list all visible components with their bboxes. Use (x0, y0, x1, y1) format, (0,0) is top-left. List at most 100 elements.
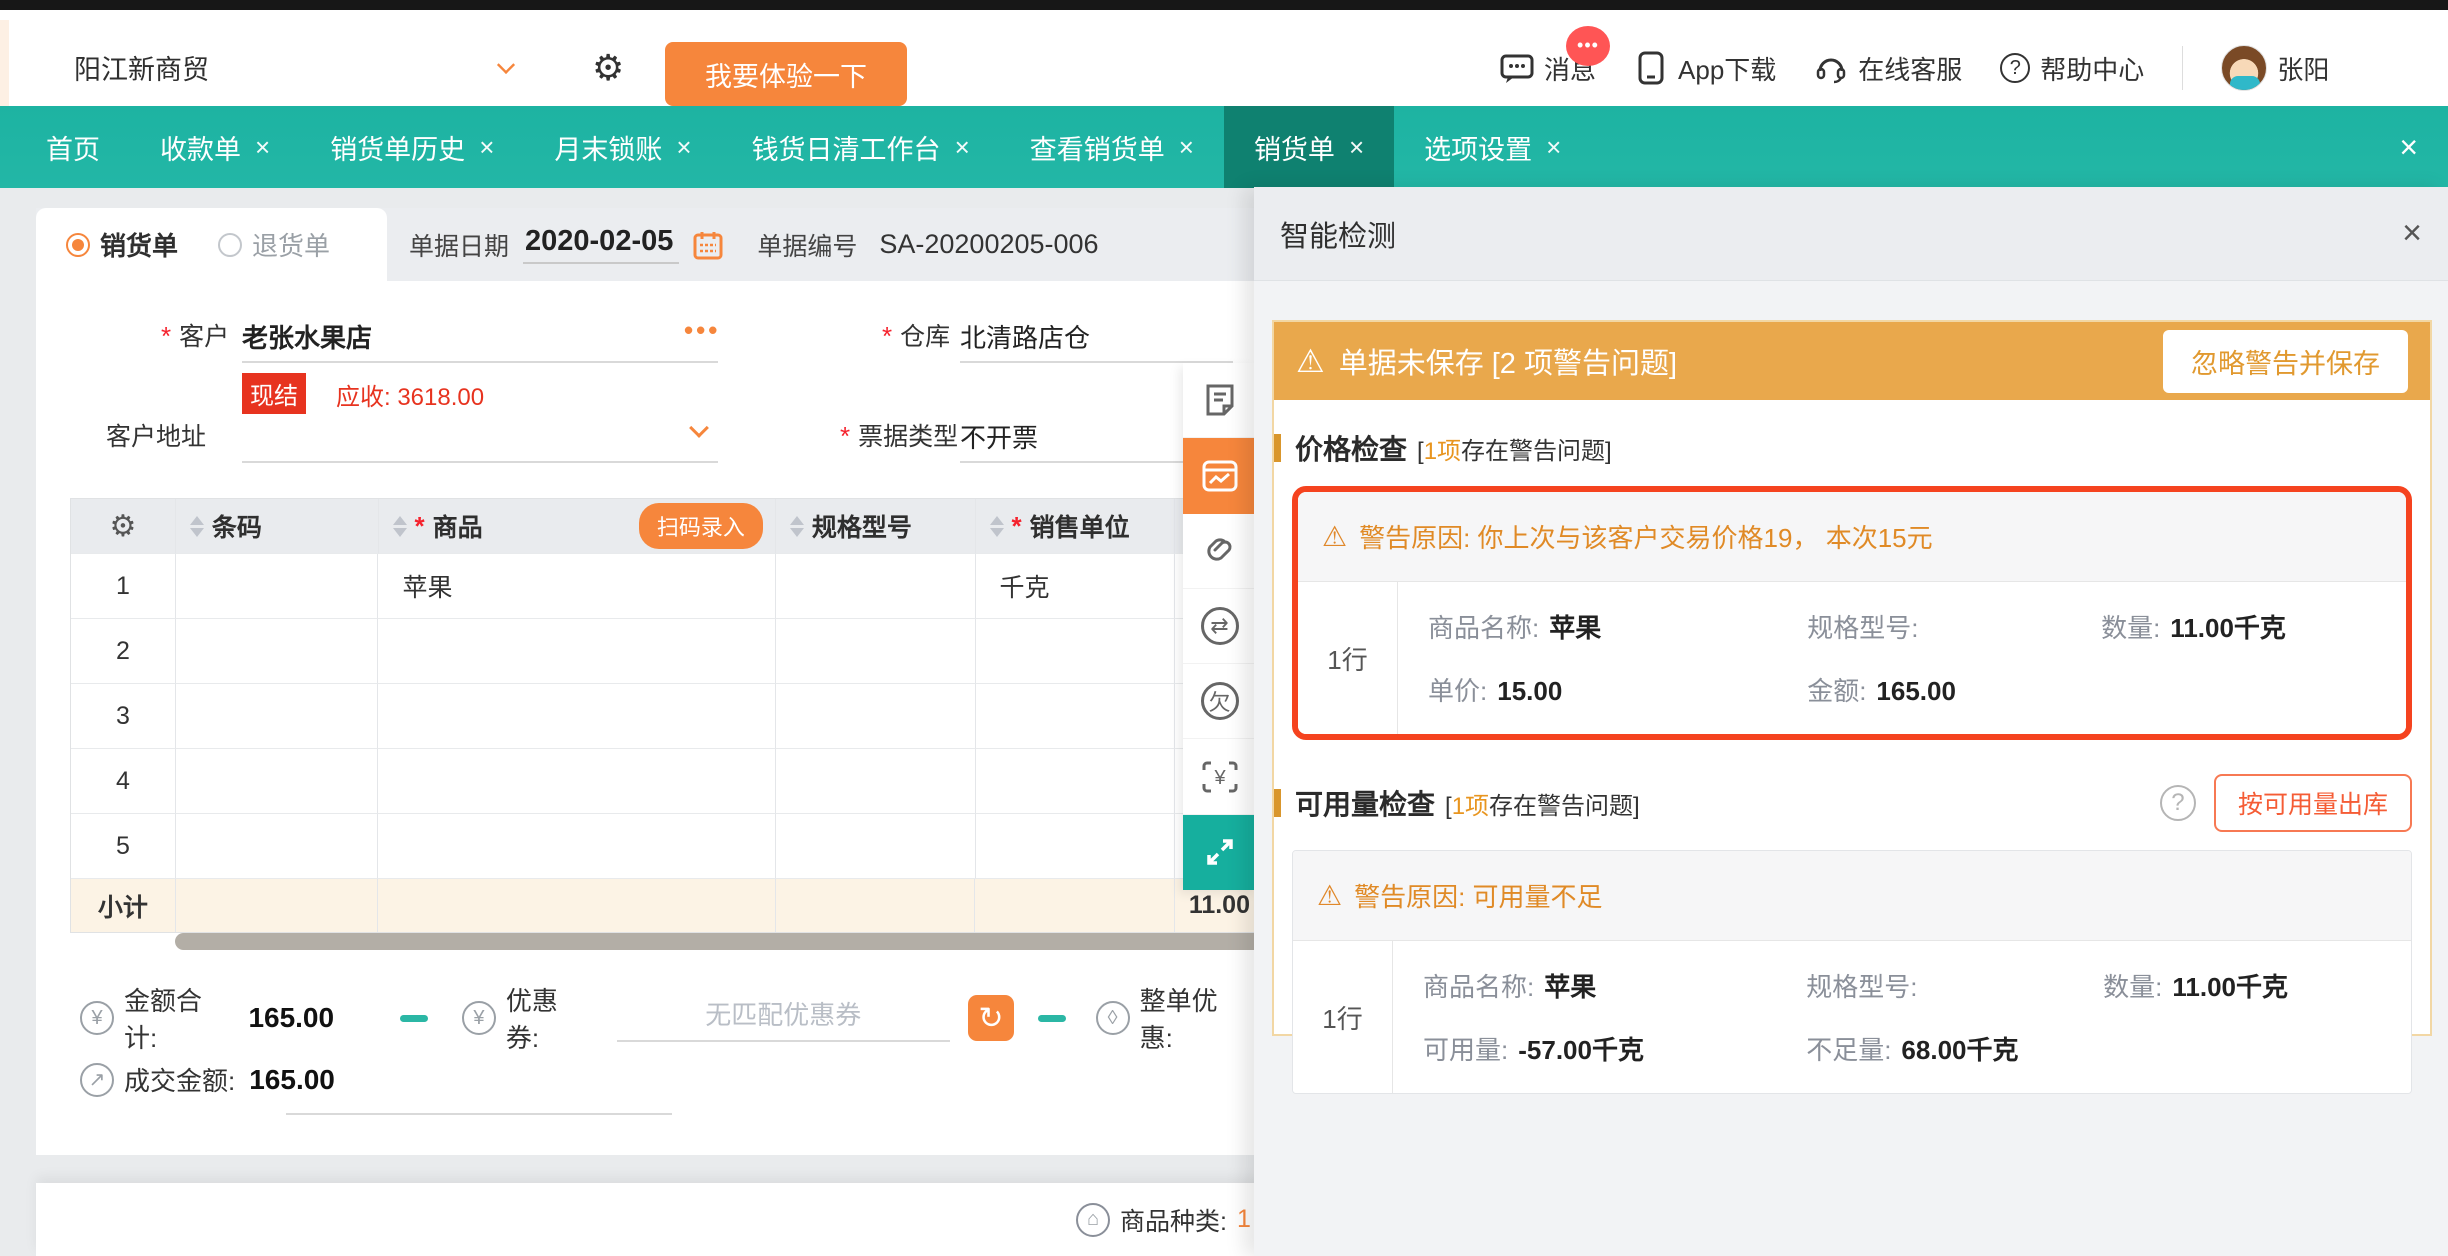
table-row[interactable]: 4 (71, 749, 1324, 814)
money-tool[interactable]: ¥ (1183, 739, 1256, 815)
minus-sign (400, 1014, 428, 1022)
help-question-icon[interactable]: ? (2159, 785, 2196, 821)
address-underline[interactable] (242, 381, 718, 463)
sort-icon[interactable] (789, 515, 804, 537)
ignore-save-button[interactable]: 忽略警告并保存 (2163, 329, 2408, 393)
close-icon[interactable]: × (255, 132, 270, 163)
svg-text:¥: ¥ (1213, 767, 1226, 789)
user-menu[interactable]: 张阳 (2221, 45, 2329, 91)
sort-icon[interactable] (392, 515, 407, 537)
table-row[interactable]: 2 (71, 619, 1324, 684)
cell-product[interactable] (378, 814, 776, 879)
close-icon[interactable]: × (1546, 132, 1561, 163)
owe-tool[interactable]: 欠 (1183, 664, 1256, 740)
price-check-header: 价格检查 [1项存在警告问题] (1274, 428, 2412, 468)
table-row[interactable]: 5 (71, 814, 1324, 879)
ship-by-available-button[interactable]: 按可用量出库 (2213, 774, 2412, 832)
close-icon[interactable]: × (676, 132, 691, 163)
col-spec[interactable]: 规格型号 (775, 499, 976, 554)
messages-button[interactable]: 消息 ••• (1500, 25, 1610, 87)
panel-close-icon[interactable]: × (2402, 214, 2422, 253)
close-icon[interactable]: × (1349, 132, 1364, 163)
sort-icon[interactable] (189, 515, 204, 537)
close-icon[interactable]: × (479, 132, 494, 163)
cell-unit[interactable]: 千克 (975, 554, 1176, 619)
coupon-input[interactable]: 无匹配优惠券 (616, 995, 951, 1042)
cell-spec[interactable] (775, 554, 976, 619)
expand-tool[interactable] (1183, 814, 1256, 890)
smart-check-tool[interactable] (1183, 438, 1256, 514)
cell-product[interactable]: 苹果 (378, 554, 776, 619)
col-unit[interactable]: * 销售单位 (975, 499, 1176, 554)
cell-barcode[interactable] (175, 814, 379, 879)
table-row[interactable]: 3 (71, 684, 1324, 749)
cell-barcode[interactable] (175, 749, 379, 814)
cell-product[interactable] (378, 684, 776, 749)
cell-unit[interactable] (975, 814, 1176, 879)
avail-check-count: [1项存在警告问题] (1445, 792, 1640, 820)
horizontal-scrollbar[interactable] (175, 933, 1325, 950)
sort-icon[interactable] (989, 515, 1004, 537)
tab-view-sales-order[interactable]: 查看销货单 × (1000, 106, 1224, 188)
doc-meta: 单据日期 2020-02-05 单据编号 SA-20200205-006 (409, 208, 1099, 281)
row-label: 1行 (1293, 941, 1393, 1093)
tabbar-close-all-icon[interactable]: × (2399, 106, 2418, 188)
tab-home[interactable]: 首页 (16, 106, 130, 188)
cell-barcode[interactable] (175, 684, 379, 749)
doc-date-value[interactable]: 2020-02-05 (523, 225, 680, 264)
price-warning-box: ⚠ 警告原因: 你上次与该客户交易价格19， 本次15元 1行 商品名称: 苹果 … (1292, 486, 2412, 740)
cell-unit[interactable] (975, 749, 1176, 814)
avail-value: -57.00千克 (1518, 1035, 1644, 1065)
row-number: 4 (71, 749, 176, 814)
radio-sales-order[interactable]: 销货单 (66, 226, 178, 263)
cell-spec[interactable] (775, 749, 976, 814)
side-toolbar: ⇄ 欠 ¥ (1183, 363, 1256, 890)
banner-text: 单据未保存 [2 项警告问题] (1338, 348, 1678, 380)
short-value: 68.00千克 (1901, 1035, 2019, 1065)
close-icon[interactable]: × (1179, 132, 1194, 163)
col-barcode[interactable]: 条码 (175, 499, 379, 554)
table-header-row: ⚙ 条码 * 商品 扫码录入 规格型号 * 销售单位 (71, 499, 1324, 554)
refresh-coupon-button[interactable]: ↻ (968, 995, 1014, 1041)
cell-unit[interactable] (975, 684, 1176, 749)
scan-entry-button[interactable]: 扫码录入 (638, 503, 763, 549)
note-icon (1203, 383, 1237, 417)
col-product[interactable]: * 商品 扫码录入 (378, 499, 776, 554)
cell-spec[interactable] (775, 814, 976, 879)
help-center-button[interactable]: ? 帮助中心 (2000, 50, 2144, 87)
app-download-button[interactable]: App下载 (1634, 50, 1776, 87)
settings-gear-icon[interactable]: ⚙ (592, 50, 624, 86)
deal-amount-row: ↗ 成交金额: 165.00 (80, 1061, 335, 1098)
cell-barcode[interactable] (175, 619, 379, 684)
cell-barcode[interactable] (175, 554, 379, 619)
cell-product[interactable] (378, 619, 776, 684)
customer-underline (242, 281, 718, 363)
radio-return-order[interactable]: 退货单 (218, 226, 330, 263)
column-settings-gear-icon[interactable]: ⚙ (71, 499, 176, 554)
user-avatar (2221, 45, 2268, 91)
tab-sales-order[interactable]: 销货单 × (1223, 106, 1395, 188)
experience-button[interactable]: 我要体验一下 (665, 42, 907, 106)
cell-spec[interactable] (775, 619, 976, 684)
attachment-tool[interactable] (1183, 514, 1256, 589)
deal-arrow-icon: ↗ (80, 1062, 114, 1097)
online-service-button[interactable]: 在线客服 (1814, 50, 1962, 87)
price-warning-reason: ⚠ 警告原因: 你上次与该客户交易价格19， 本次15元 (1298, 492, 2406, 582)
table-row[interactable]: 1 苹果 千克 (71, 554, 1324, 619)
company-selector[interactable]: 阳江新商贸 (74, 20, 562, 116)
phone-icon (1634, 51, 1668, 85)
warning-triangle-icon: ⚠ (1296, 343, 1325, 379)
cell-unit[interactable] (975, 619, 1176, 684)
note-tool[interactable] (1183, 363, 1256, 439)
tab-sales-history[interactable]: 销货单历史 × (300, 106, 524, 188)
close-icon[interactable]: × (955, 132, 970, 163)
tab-options[interactable]: 选项设置 × (1394, 106, 1591, 188)
transfer-tool[interactable]: ⇄ (1183, 589, 1256, 665)
tab-month-lock[interactable]: 月末锁账 × (524, 106, 721, 188)
cell-product[interactable] (378, 749, 776, 814)
calendar-icon[interactable] (693, 230, 723, 260)
cell-spec[interactable] (775, 684, 976, 749)
transfer-icon: ⇄ (1200, 606, 1239, 645)
tab-daily-workbench[interactable]: 钱货日清工作台 × (722, 106, 1000, 188)
tab-receipt[interactable]: 收款单 × (130, 106, 300, 188)
